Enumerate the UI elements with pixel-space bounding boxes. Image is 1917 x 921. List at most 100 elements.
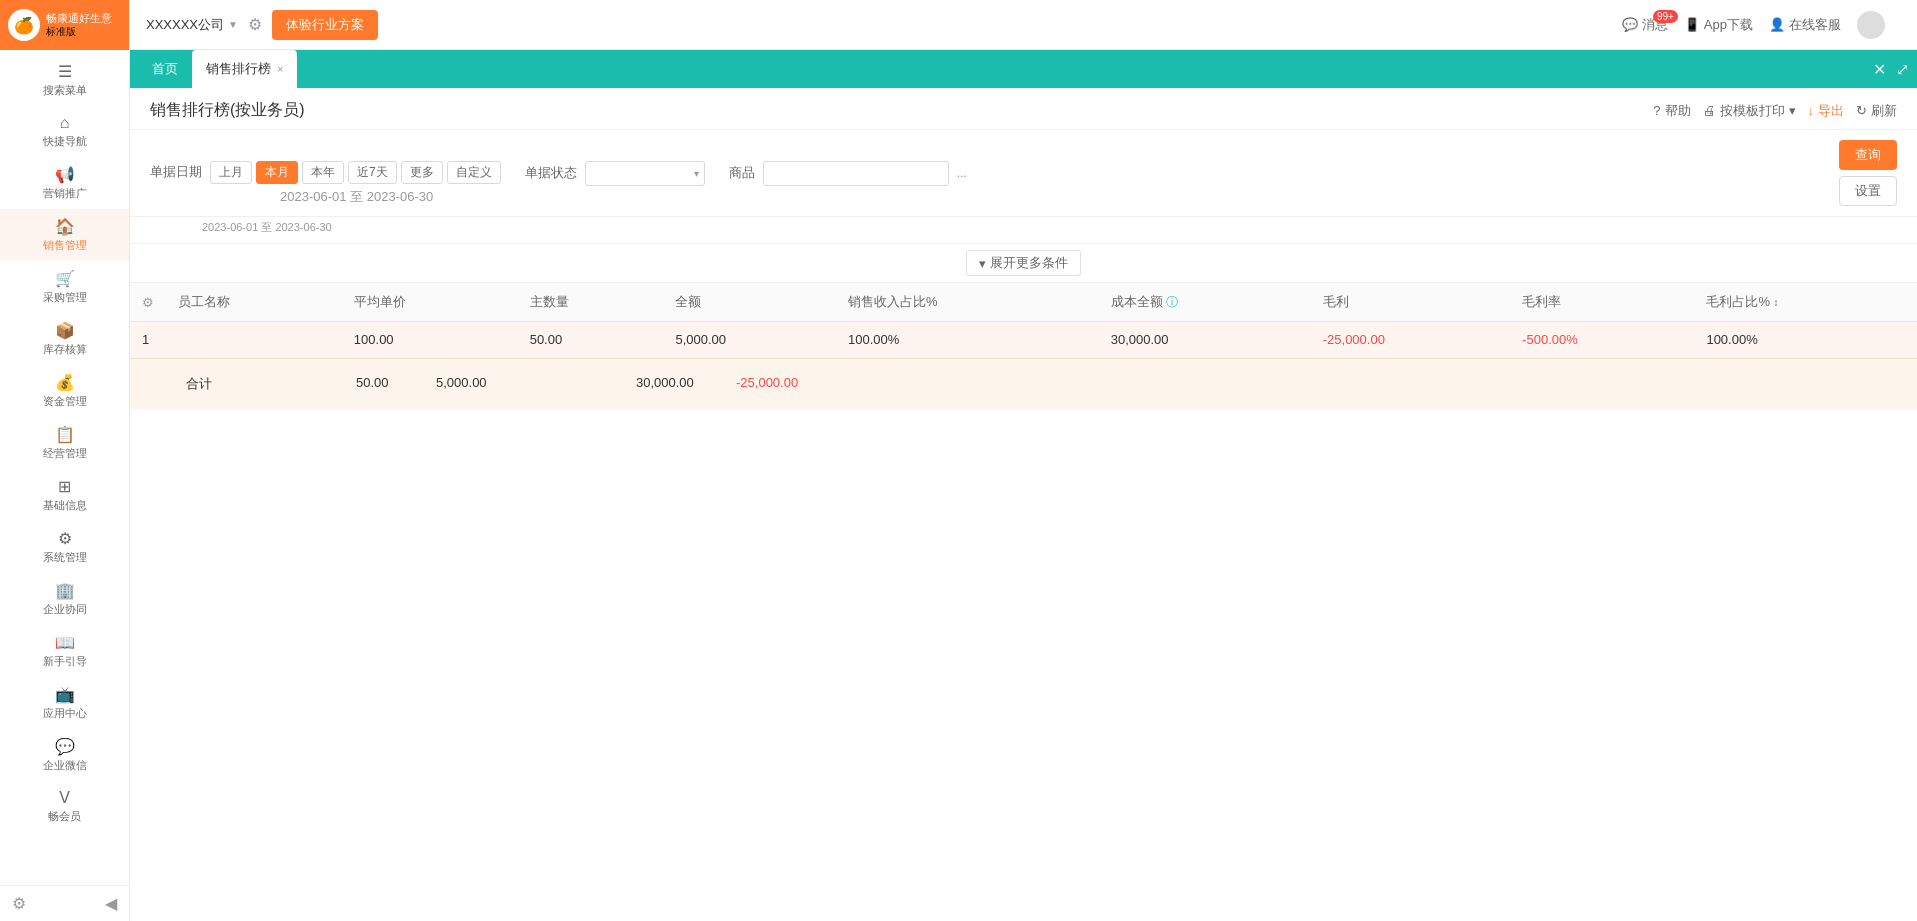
service-icon: 👤 <box>1769 17 1785 32</box>
page-title: 销售排行榜(按业务员) <box>150 100 305 121</box>
sidebar-item-finance[interactable]: 💰 资金管理 <box>0 365 129 417</box>
tabbar: 首页 销售排行榜 × ✕ ⤢ <box>130 50 1917 88</box>
tab-close-all-icon[interactable]: ✕ <box>1873 60 1886 79</box>
purchase-icon: 🛒 <box>55 269 75 288</box>
footer-cost: 30,000.00 <box>624 369 724 399</box>
print-chevron-icon: ▾ <box>1789 103 1796 118</box>
help-button[interactable]: ? 帮助 <box>1653 102 1690 120</box>
sidebar-footer: ⚙ ◀ <box>0 885 129 921</box>
refresh-button[interactable]: ↻ 刷新 <box>1856 102 1897 120</box>
expand-button[interactable]: ▾ 展开更多条件 <box>966 250 1081 276</box>
col-cost: 成本全额 ⓘ <box>1099 283 1311 322</box>
message-button[interactable]: 💬 消息 99+ <box>1622 16 1668 34</box>
logo-icon: 🍊 <box>8 9 40 41</box>
tab-sales-ranking[interactable]: 销售排行榜 × <box>192 50 297 88</box>
message-badge: 99+ <box>1653 10 1678 23</box>
sidebar-item-inventory[interactable]: 📦 库存核算 <box>0 313 129 365</box>
app-icon: 📱 <box>1684 17 1700 32</box>
table-row: 1 100.00 50.00 5,000.00 100.00% 30,000.0… <box>130 322 1917 358</box>
sidebar-item-apps[interactable]: 📺 应用中心 <box>0 677 129 729</box>
sidebar-item-operations[interactable]: 📋 经营管理 <box>0 417 129 469</box>
expand-row: ▾ 展开更多条件 <box>130 244 1917 283</box>
col-avg-price: 平均单价 <box>342 283 518 322</box>
date-tab-this-year[interactable]: 本年 <box>302 161 344 184</box>
sidebar-label-enterprise: 企业协同 <box>43 602 87 617</box>
sidebar-item-purchase[interactable]: 🛒 采购管理 <box>0 261 129 313</box>
sidebar-item-basic[interactable]: ⊞ 基础信息 <box>0 469 129 521</box>
date-tab-more[interactable]: 更多 <box>401 161 443 184</box>
more-filter-link[interactable]: ... <box>957 166 967 180</box>
date-tabs: 上月 本月 本年 近7天 更多 自定义 <box>210 161 501 184</box>
collapse-icon[interactable]: ◀ <box>105 894 117 913</box>
operations-icon: 📋 <box>55 425 75 444</box>
query-button[interactable]: 查询 <box>1839 140 1897 170</box>
goods-input[interactable] <box>763 161 949 186</box>
cell-gross-pct: 100.00% <box>1694 322 1917 358</box>
tab-bar-right: ✕ ⤢ <box>1873 60 1909 79</box>
cell-revenue-pct: 100.00% <box>836 322 1099 358</box>
filter-bar: 单据日期 上月 本月 本年 近7天 更多 自定义 单据状态 <box>130 130 1917 217</box>
sidebar-label-shortcuts: 快捷导航 <box>43 134 87 149</box>
tab-home[interactable]: 首页 <box>138 50 192 88</box>
tab-close-icon[interactable]: × <box>277 63 283 75</box>
trial-button[interactable]: 体验行业方案 <box>272 10 378 40</box>
print-label: 按模板打印 <box>1720 102 1785 120</box>
sidebar: 🍊 畅康通好生意 标准版 ☰ 搜索菜单 ⌂ 快捷导航 📢 营销推广 🏠 销售管理… <box>0 0 130 921</box>
sidebar-item-member[interactable]: V 畅会员 <box>0 781 129 832</box>
sidebar-label-search: 搜索菜单 <box>43 83 87 98</box>
online-service-button[interactable]: 👤 在线客服 <box>1769 16 1841 34</box>
sidebar-nav: ☰ 搜索菜单 ⌂ 快捷导航 📢 营销推广 🏠 销售管理 🛒 采购管理 📦 库存核… <box>0 50 129 885</box>
export-button[interactable]: ↓ 导出 <box>1808 102 1845 120</box>
table-footer: 合计 50.00 5,000.00 30,000.00 -25,000.00 <box>130 358 1917 409</box>
avatar[interactable] <box>1857 11 1885 39</box>
date-filter-label: 单据日期 <box>150 163 202 181</box>
app-label: App下载 <box>1704 16 1753 34</box>
sidebar-logo: 🍊 畅康通好生意 标准版 <box>0 0 129 50</box>
status-select[interactable] <box>585 161 705 186</box>
expand-chevron-icon: ▾ <box>979 256 986 271</box>
main-area: XXXXXX公司 ▼ ⚙ 体验行业方案 💬 消息 99+ 📱 App下载 👤 在… <box>130 0 1917 921</box>
topbar-settings-icon[interactable]: ⚙ <box>248 15 262 34</box>
logo-title: 畅康通好生意 <box>46 11 112 25</box>
tab-home-label: 首页 <box>152 60 178 78</box>
date-range-display: 2023-06-01 至 2023-06-30 <box>280 188 433 206</box>
date-tab-last-month[interactable]: 上月 <box>210 161 252 184</box>
footer-label: 合计 <box>174 369 264 399</box>
guide-icon: 📖 <box>55 633 75 652</box>
sidebar-item-shortcuts[interactable]: ⌂ 快捷导航 <box>0 106 129 157</box>
sidebar-item-guide[interactable]: 📖 新手引导 <box>0 625 129 677</box>
status-select-wrapper: ▾ <box>585 161 705 186</box>
date-tab-7days[interactable]: 近7天 <box>348 161 397 184</box>
sidebar-label-sales: 销售管理 <box>43 238 87 253</box>
settings-button[interactable]: 设置 <box>1839 176 1897 206</box>
sidebar-item-enterprise[interactable]: 🏢 企业协同 <box>0 573 129 625</box>
sidebar-item-search[interactable]: ☰ 搜索菜单 <box>0 54 129 106</box>
tab-restore-icon[interactable]: ⤢ <box>1896 60 1909 79</box>
sidebar-label-system: 系统管理 <box>43 550 87 565</box>
print-button[interactable]: 🖨 按模板打印 ▾ <box>1703 102 1796 120</box>
cell-name <box>166 322 342 358</box>
company-selector[interactable]: XXXXXX公司 ▼ <box>146 16 238 34</box>
col-gross-pct: 毛利占比% ↕ <box>1694 283 1917 322</box>
date-tab-this-month[interactable]: 本月 <box>256 161 298 184</box>
cell-amount: 5,000.00 <box>663 322 836 358</box>
sidebar-item-wechat[interactable]: 💬 企业微信 <box>0 729 129 781</box>
sidebar-item-marketing[interactable]: 📢 营销推广 <box>0 157 129 209</box>
cell-qty: 50.00 <box>518 322 664 358</box>
sidebar-label-basic: 基础信息 <box>43 498 87 513</box>
date-filter-group: 单据日期 上月 本月 本年 近7天 更多 自定义 <box>150 161 501 184</box>
date-range-text: 2023-06-01 至 2023-06-30 <box>280 189 433 204</box>
settings-footer-icon[interactable]: ⚙ <box>12 894 26 913</box>
app-download-button[interactable]: 📱 App下载 <box>1684 16 1753 34</box>
cost-info-icon[interactable]: ⓘ <box>1166 295 1178 309</box>
sidebar-item-sales[interactable]: 🏠 销售管理 <box>0 209 129 261</box>
date-tab-custom[interactable]: 自定义 <box>447 161 501 184</box>
topbar-right: 💬 消息 99+ 📱 App下载 👤 在线客服 <box>1622 11 1901 39</box>
footer-avg-price <box>264 369 344 399</box>
col-settings[interactable]: ⚙ <box>130 283 166 322</box>
col-revenue-pct: 销售收入占比% <box>836 283 1099 322</box>
sidebar-item-system[interactable]: ⚙ 系统管理 <box>0 521 129 573</box>
sidebar-label-inventory: 库存核算 <box>43 342 87 357</box>
sidebar-label-marketing: 营销推广 <box>43 186 87 201</box>
sidebar-label-wechat: 企业微信 <box>43 758 87 773</box>
